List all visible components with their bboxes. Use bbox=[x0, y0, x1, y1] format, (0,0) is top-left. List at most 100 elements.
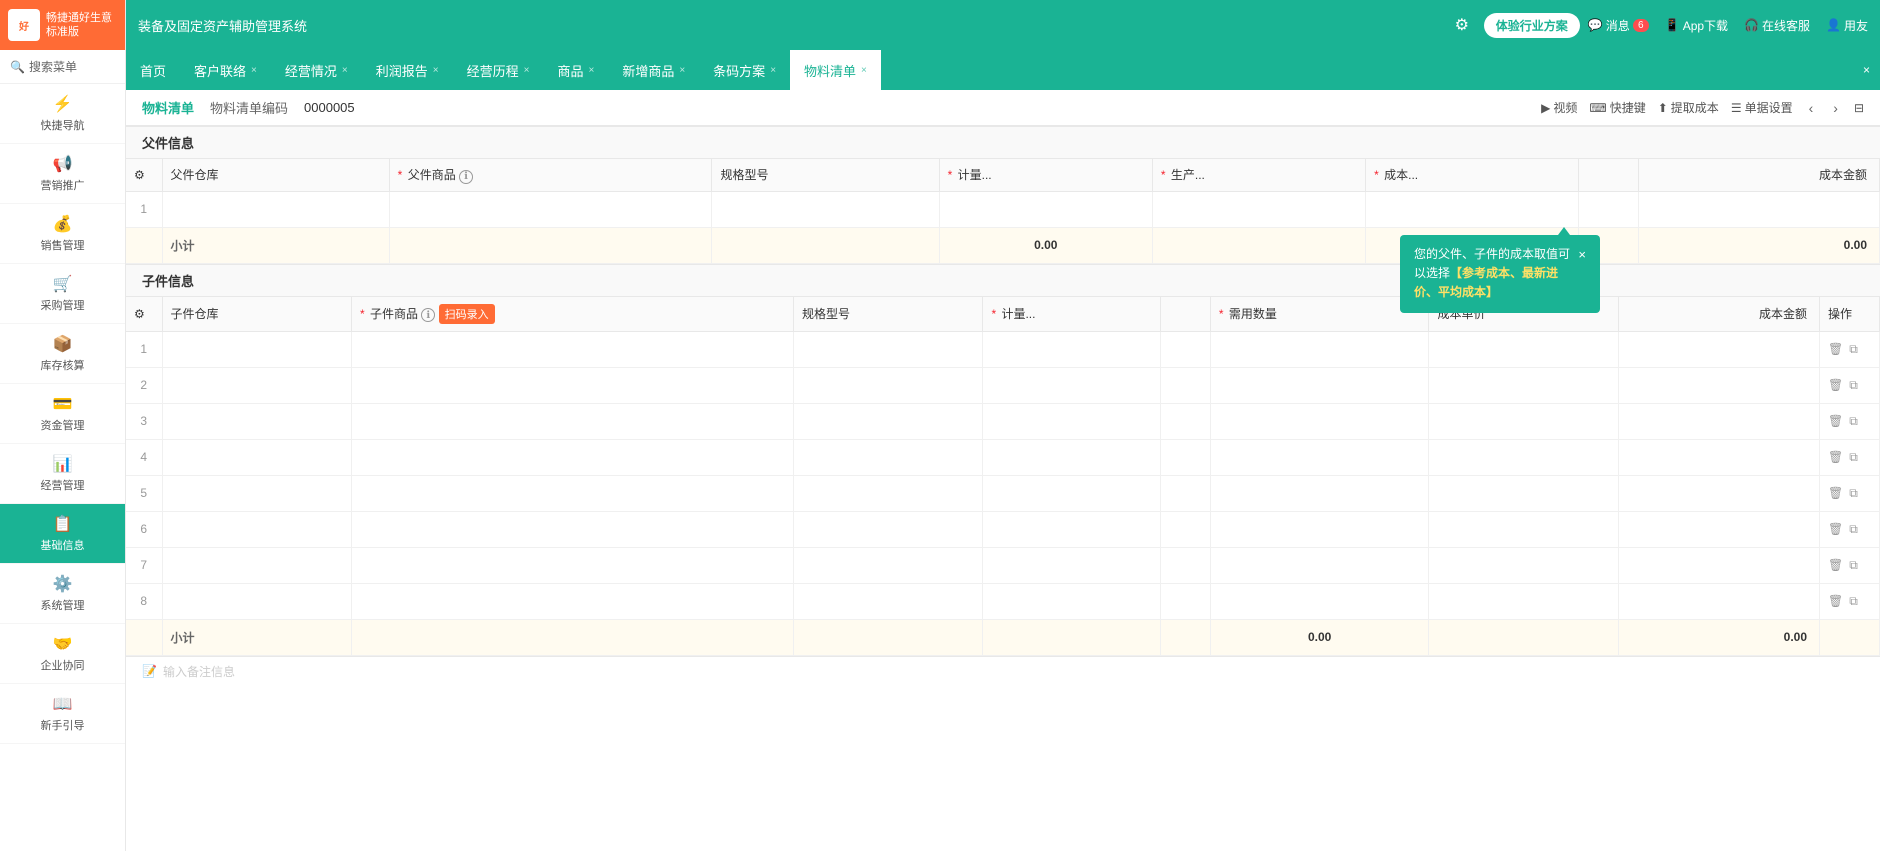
th-child-settings[interactable]: ⚙ bbox=[126, 297, 162, 332]
nav-prev[interactable]: ‹ bbox=[1805, 100, 1818, 116]
child-row-1-required-qty[interactable] bbox=[1210, 331, 1429, 367]
child-row-7-required-qty[interactable] bbox=[1210, 547, 1429, 583]
nav-next[interactable]: › bbox=[1829, 100, 1842, 116]
copy-icon-8[interactable]: ⧉ bbox=[1849, 594, 1858, 609]
action-shortcut[interactable]: ⌨ 快捷键 bbox=[1589, 99, 1645, 116]
action-single-settings[interactable]: ☰ 单据设置 bbox=[1731, 99, 1793, 116]
child-row-3-quantity[interactable] bbox=[983, 403, 1161, 439]
child-row-7-quantity[interactable] bbox=[983, 547, 1161, 583]
scan-button[interactable]: 扫码录入 bbox=[439, 304, 495, 324]
tab-business[interactable]: 经营情况 × bbox=[271, 50, 362, 90]
action-video[interactable]: ▶ 视频 bbox=[1541, 99, 1577, 116]
parent-row-1-production[interactable] bbox=[1152, 191, 1365, 227]
sidebar-item-basic-info[interactable]: 📋 基础信息 bbox=[0, 504, 125, 564]
tab-new-product-close[interactable]: × bbox=[679, 65, 685, 76]
child-row-1-warehouse[interactable] bbox=[162, 331, 351, 367]
tab-product-close[interactable]: × bbox=[588, 65, 594, 76]
parent-row-1-quantity[interactable] bbox=[939, 191, 1152, 227]
delete-icon-8[interactable]: 🗑 bbox=[1828, 594, 1843, 608]
child-row-2-warehouse[interactable] bbox=[162, 367, 351, 403]
delete-icon-5[interactable]: 🗑 bbox=[1828, 486, 1843, 500]
child-row-7-warehouse[interactable] bbox=[162, 547, 351, 583]
delete-icon-3[interactable]: 🗑 bbox=[1828, 414, 1843, 428]
tab-barcode-close[interactable]: × bbox=[770, 65, 776, 76]
tab-customer[interactable]: 客户联络 × bbox=[180, 50, 271, 90]
copy-icon-6[interactable]: ⧉ bbox=[1849, 522, 1858, 537]
child-row-3-warehouse[interactable] bbox=[162, 403, 351, 439]
child-product-info-icon[interactable]: ℹ bbox=[421, 308, 435, 322]
tab-bom[interactable]: 物料清单 × bbox=[790, 50, 881, 90]
sidebar-item-marketing[interactable]: 📢 营销推广 bbox=[0, 144, 125, 204]
sidebar-item-operations[interactable]: 📊 经营管理 bbox=[0, 444, 125, 504]
child-row-1-quantity[interactable] bbox=[983, 331, 1161, 367]
child-row-6-required-qty[interactable] bbox=[1210, 511, 1429, 547]
tab-history-close[interactable]: × bbox=[524, 65, 530, 76]
child-row-5-required-qty[interactable] bbox=[1210, 475, 1429, 511]
settings-icon[interactable]: ⚙ bbox=[1448, 11, 1476, 39]
tab-customer-close[interactable]: × bbox=[251, 65, 257, 76]
child-row-3-product[interactable] bbox=[351, 403, 793, 439]
child-row-2-quantity[interactable] bbox=[983, 367, 1161, 403]
sidebar-item-inventory[interactable]: 📦 库存核算 bbox=[0, 324, 125, 384]
parent-row-1-cost[interactable] bbox=[1366, 191, 1579, 227]
copy-icon-7[interactable]: ⧉ bbox=[1849, 558, 1858, 573]
child-row-2-required-qty[interactable] bbox=[1210, 367, 1429, 403]
user-item[interactable]: 👤 用友 bbox=[1826, 17, 1868, 34]
child-row-4-quantity[interactable] bbox=[983, 439, 1161, 475]
breadcrumb-bom[interactable]: 物料清单 bbox=[142, 98, 194, 117]
delete-icon-6[interactable]: 🗑 bbox=[1828, 522, 1843, 536]
child-row-8-required-qty[interactable] bbox=[1210, 583, 1429, 619]
tab-profit-close[interactable]: × bbox=[433, 65, 439, 76]
child-row-8-quantity[interactable] bbox=[983, 583, 1161, 619]
copy-icon-5[interactable]: ⧉ bbox=[1849, 486, 1858, 501]
child-row-6-product[interactable] bbox=[351, 511, 793, 547]
tab-bom-close[interactable]: × bbox=[861, 65, 867, 76]
child-row-6-warehouse[interactable] bbox=[162, 511, 351, 547]
copy-icon-1[interactable]: ⧉ bbox=[1849, 342, 1858, 357]
app-download-item[interactable]: 📱 App下载 bbox=[1665, 17, 1728, 34]
tooltip-close-button[interactable]: × bbox=[1578, 245, 1586, 266]
child-row-3-required-qty[interactable] bbox=[1210, 403, 1429, 439]
child-row-1-product[interactable] bbox=[351, 331, 793, 367]
sidebar-item-sales[interactable]: 💰 销售管理 bbox=[0, 204, 125, 264]
child-row-4-required-qty[interactable] bbox=[1210, 439, 1429, 475]
tab-barcode[interactable]: 条码方案 × bbox=[699, 50, 790, 90]
tab-home[interactable]: 首页 bbox=[126, 50, 180, 90]
sidebar-item-system[interactable]: ⚙️ 系统管理 bbox=[0, 564, 125, 624]
sidebar-item-guide[interactable]: 📖 新手引导 bbox=[0, 684, 125, 744]
th-parent-settings[interactable]: ⚙ bbox=[126, 159, 162, 191]
online-service-item[interactable]: 🎧 在线客服 bbox=[1744, 17, 1810, 34]
footer-hint-text[interactable]: 输入备注信息 bbox=[163, 663, 235, 680]
sidebar-search[interactable]: 🔍 搜索菜单 bbox=[0, 50, 125, 84]
message-item[interactable]: 💬 消息 6 bbox=[1588, 17, 1649, 34]
copy-icon-3[interactable]: ⧉ bbox=[1849, 414, 1858, 429]
delete-icon-2[interactable]: 🗑 bbox=[1828, 378, 1843, 392]
child-row-6-quantity[interactable] bbox=[983, 511, 1161, 547]
delete-icon-4[interactable]: 🗑 bbox=[1828, 450, 1843, 464]
child-row-5-quantity[interactable] bbox=[983, 475, 1161, 511]
copy-icon-4[interactable]: ⧉ bbox=[1849, 450, 1858, 465]
close-all-tabs[interactable]: × bbox=[1853, 63, 1880, 77]
child-row-8-product[interactable] bbox=[351, 583, 793, 619]
delete-icon-7[interactable]: 🗑 bbox=[1828, 558, 1843, 572]
child-row-2-product[interactable] bbox=[351, 367, 793, 403]
tab-business-close[interactable]: × bbox=[342, 65, 348, 76]
tab-product[interactable]: 商品 × bbox=[543, 50, 608, 90]
parent-row-1-warehouse[interactable] bbox=[162, 191, 389, 227]
sidebar-item-purchase[interactable]: 🛒 采购管理 bbox=[0, 264, 125, 324]
parent-row-1-product[interactable] bbox=[389, 191, 712, 227]
layout-icon[interactable]: ⊟ bbox=[1854, 101, 1864, 115]
tab-history[interactable]: 经营历程 × bbox=[453, 50, 544, 90]
child-row-4-warehouse[interactable] bbox=[162, 439, 351, 475]
action-extract-cost[interactable]: ⬆ 提取成本 bbox=[1658, 99, 1719, 116]
child-row-8-warehouse[interactable] bbox=[162, 583, 351, 619]
child-row-4-product[interactable] bbox=[351, 439, 793, 475]
copy-icon-2[interactable]: ⧉ bbox=[1849, 378, 1858, 393]
child-row-7-product[interactable] bbox=[351, 547, 793, 583]
sidebar-item-quick-nav[interactable]: ⚡ 快捷导航 bbox=[0, 84, 125, 144]
child-row-5-warehouse[interactable] bbox=[162, 475, 351, 511]
tab-new-product[interactable]: 新增商品 × bbox=[608, 50, 699, 90]
delete-icon-1[interactable]: 🗑 bbox=[1828, 342, 1843, 356]
tab-profit[interactable]: 利润报告 × bbox=[362, 50, 453, 90]
sidebar-item-cooperation[interactable]: 🤝 企业协同 bbox=[0, 624, 125, 684]
